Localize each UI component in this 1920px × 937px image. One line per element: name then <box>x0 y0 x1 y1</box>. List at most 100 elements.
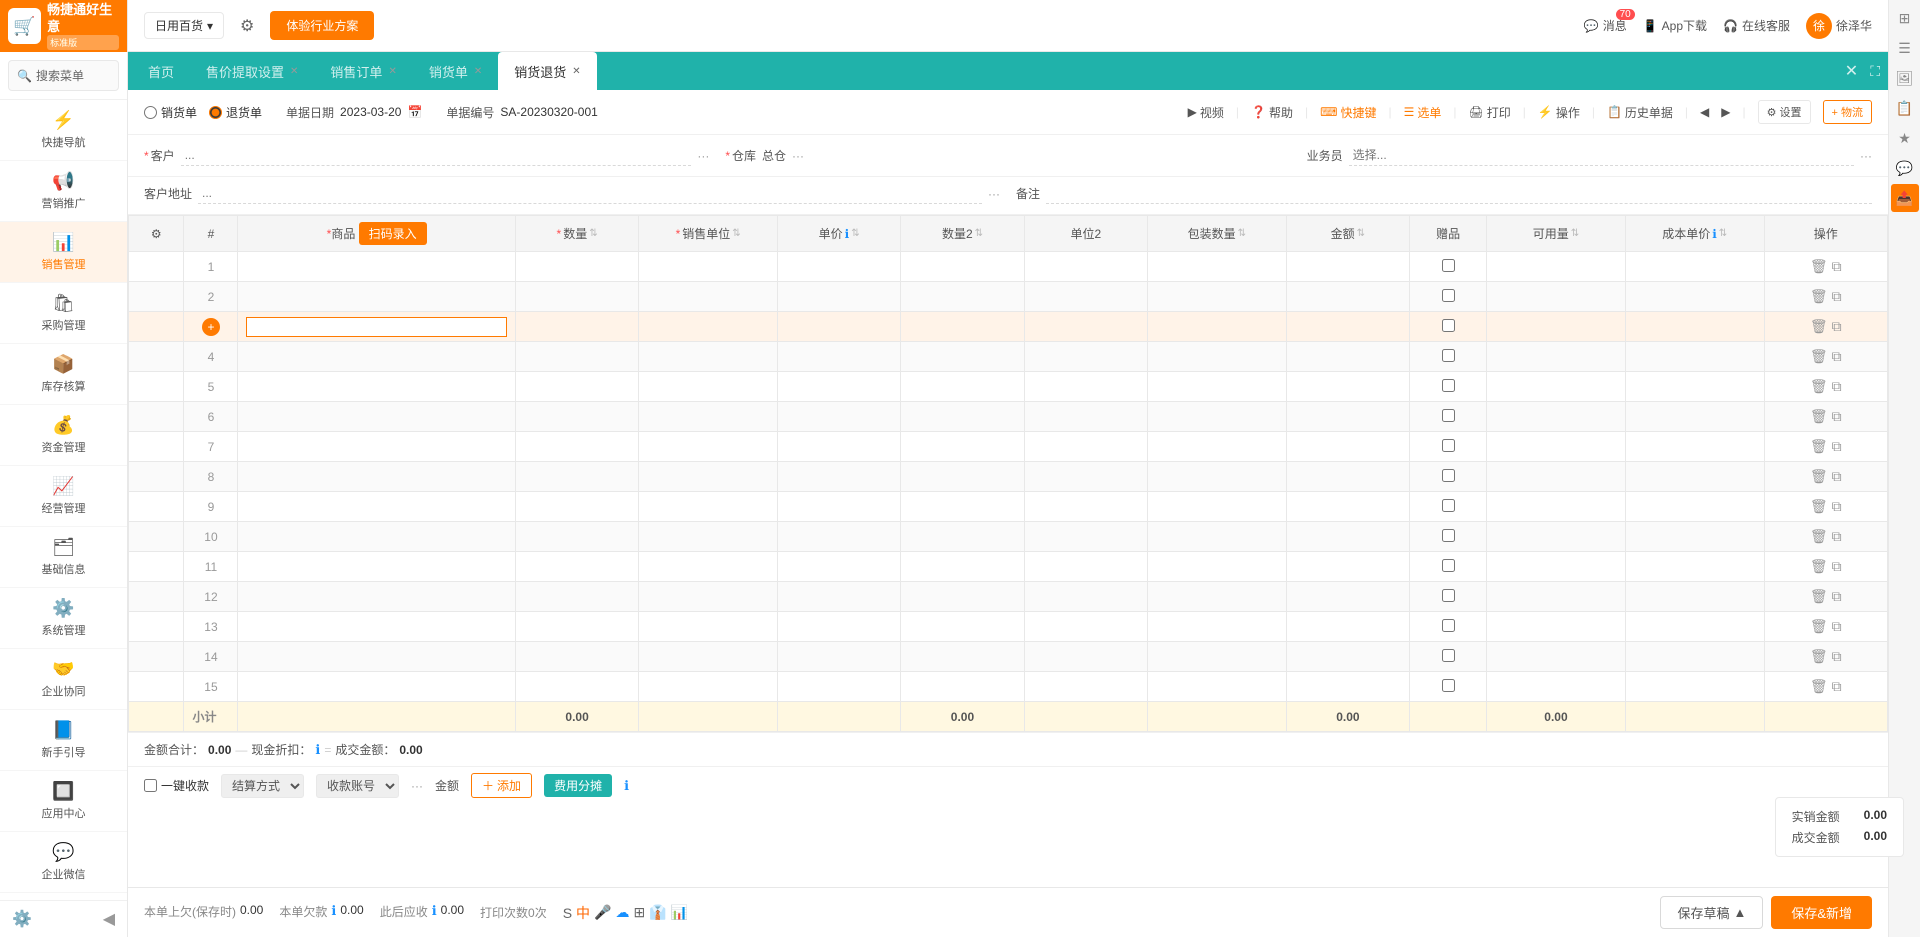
tab-sales-return-close[interactable]: ✕ <box>572 66 580 77</box>
sidebar-collapse-icon[interactable]: ◀ <box>103 909 115 929</box>
online-service-button[interactable]: 🎧 在线客服 <box>1723 17 1790 34</box>
unit-cell[interactable] <box>639 462 778 492</box>
available-cell[interactable] <box>1487 402 1626 432</box>
account-select[interactable]: 收款账号 <box>316 774 399 798</box>
qty-cell[interactable] <box>515 252 638 282</box>
unit-cell[interactable] <box>639 522 778 552</box>
right-icon-list[interactable]: ☰ <box>1891 34 1919 62</box>
qty-sort-icon[interactable]: ⇅ <box>589 228 597 239</box>
qty2-cell[interactable] <box>901 522 1024 552</box>
bottom-icon-cloud[interactable]: ☁ <box>615 904 629 921</box>
unit2-cell[interactable] <box>1024 312 1147 342</box>
customer-more-icon[interactable]: ··· <box>697 149 709 163</box>
row-copy-icon[interactable]: ⧉ <box>1832 408 1842 425</box>
available-cell[interactable] <box>1487 432 1626 462</box>
salesperson-input[interactable] <box>1349 145 1854 166</box>
pkg-qty-cell[interactable] <box>1147 522 1286 552</box>
row-copy-icon[interactable]: ⧉ <box>1832 258 1842 275</box>
available-cell[interactable] <box>1487 252 1626 282</box>
avail-sort-icon[interactable]: ⇅ <box>1571 228 1579 239</box>
tab-sales-order-close[interactable]: ✕ <box>388 66 396 77</box>
action-prev[interactable]: ◀ <box>1700 105 1709 119</box>
tab-close-all[interactable]: ✕ <box>1837 61 1866 81</box>
qty2-cell[interactable] <box>901 612 1024 642</box>
bottom-icon-chart[interactable]: 📊 <box>671 904 688 921</box>
qty2-cell[interactable] <box>901 372 1024 402</box>
qty2-cell[interactable] <box>901 552 1024 582</box>
price-info-icon[interactable]: ℹ <box>845 227 850 241</box>
amount-cell[interactable] <box>1286 342 1409 372</box>
right-icon-active[interactable]: 📤 <box>1891 184 1919 212</box>
qty-cell[interactable] <box>515 582 638 612</box>
unit-sort-icon[interactable]: ⇅ <box>732 228 740 239</box>
qty2-cell[interactable] <box>901 582 1024 612</box>
tab-sales-order[interactable]: 销售订单 ✕ <box>314 52 412 90</box>
price-cell[interactable] <box>777 582 900 612</box>
available-cell[interactable] <box>1487 312 1626 342</box>
row-delete-icon[interactable]: 🗑 <box>1810 378 1828 395</box>
unit2-cell[interactable] <box>1024 612 1147 642</box>
qty-cell[interactable] <box>515 462 638 492</box>
pkg-qty-cell[interactable] <box>1147 582 1286 612</box>
price-cell[interactable] <box>777 252 900 282</box>
amount-cell[interactable] <box>1286 642 1409 672</box>
fee-info-icon[interactable]: ℹ <box>624 778 629 794</box>
qty2-cell[interactable] <box>901 282 1024 312</box>
app-download-button[interactable]: 📱 App下载 <box>1643 17 1707 34</box>
one-click-payment-checkbox[interactable]: 一键收款 <box>144 777 209 794</box>
calendar-icon[interactable]: 📅 <box>407 105 422 119</box>
sidebar-item-apps[interactable]: 🔲 应用中心 <box>0 771 127 832</box>
qty-cell[interactable] <box>515 432 638 462</box>
unit-cell[interactable] <box>639 582 778 612</box>
pkg-qty-cell[interactable] <box>1147 432 1286 462</box>
available-cell[interactable] <box>1487 522 1626 552</box>
price-cell[interactable] <box>777 612 900 642</box>
available-cell[interactable] <box>1487 282 1626 312</box>
cost-price-cell[interactable] <box>1625 342 1764 372</box>
category-selector[interactable]: 日用百货 ▾ <box>144 12 224 39</box>
address-more-icon[interactable]: ··· <box>988 187 1000 201</box>
save-draft-button[interactable]: 保存草稿 ▲ <box>1660 896 1763 929</box>
sidebar-item-purchase[interactable]: 🛍 采购管理 <box>0 283 127 344</box>
pkg-qty-cell[interactable] <box>1147 282 1286 312</box>
cost-price-cell[interactable] <box>1625 672 1764 702</box>
bottom-icon-s[interactable]: S <box>563 905 572 921</box>
pkg-qty-cell[interactable] <box>1147 312 1286 342</box>
unit2-cell[interactable] <box>1024 582 1147 612</box>
sidebar-item-wechat[interactable]: 💬 企业微信 <box>0 832 127 893</box>
unit2-cell[interactable] <box>1024 522 1147 552</box>
qty-cell[interactable] <box>515 342 638 372</box>
price-cell[interactable] <box>777 522 900 552</box>
pkg-qty-cell[interactable] <box>1147 642 1286 672</box>
message-button[interactable]: 💬 消息 70 <box>1584 17 1627 34</box>
account-dots[interactable]: ··· <box>411 779 423 793</box>
customer-input[interactable] <box>181 145 692 166</box>
action-video[interactable]: ▶ 视频 <box>1188 104 1224 121</box>
action-help[interactable]: ❓ 帮助 <box>1251 104 1293 121</box>
unit-cell[interactable] <box>639 642 778 672</box>
cost-price-cell[interactable] <box>1625 402 1764 432</box>
amount-cell[interactable] <box>1286 312 1409 342</box>
unit-cell[interactable] <box>639 552 778 582</box>
fee-split-button[interactable]: 费用分摊 <box>544 774 612 797</box>
warehouse-more-icon[interactable]: ··· <box>792 149 804 163</box>
action-history[interactable]: 📋 历史单据 <box>1607 104 1673 121</box>
unit2-cell[interactable] <box>1024 462 1147 492</box>
right-icon-copy[interactable]: 📋 <box>1891 94 1919 122</box>
unit2-cell[interactable] <box>1024 672 1147 702</box>
row-copy-icon[interactable]: ⧉ <box>1832 498 1842 515</box>
row-copy-icon[interactable]: ⧉ <box>1832 528 1842 545</box>
amount-cell[interactable] <box>1286 672 1409 702</box>
sidebar-item-shortcut[interactable]: ⚡ 快捷导航 <box>0 100 127 161</box>
cost-price-cell[interactable] <box>1625 552 1764 582</box>
unit-cell[interactable] <box>639 432 778 462</box>
pkg-qty-cell[interactable] <box>1147 492 1286 522</box>
available-cell[interactable] <box>1487 582 1626 612</box>
user-profile-button[interactable]: 徐 徐泽华 <box>1806 13 1872 39</box>
fullscreen-icon[interactable]: ⛶ <box>1866 63 1884 80</box>
available-cell[interactable] <box>1487 462 1626 492</box>
unit2-cell[interactable] <box>1024 252 1147 282</box>
pkg-qty-cell[interactable] <box>1147 342 1286 372</box>
gift-checkbox[interactable] <box>1442 289 1455 302</box>
unit-cell[interactable] <box>639 282 778 312</box>
